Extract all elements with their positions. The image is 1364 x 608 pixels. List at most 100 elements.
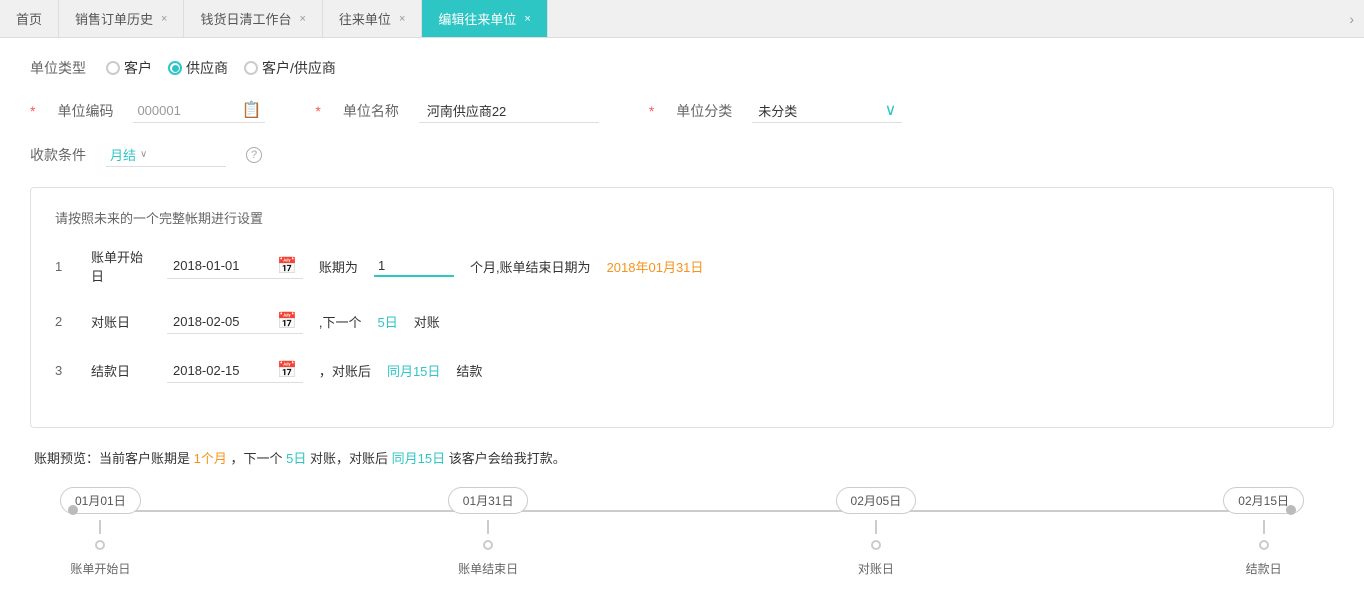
payment-date-calendar-icon[interactable]: 📅 xyxy=(277,360,297,380)
radio-customer[interactable]: 客户 xyxy=(106,58,152,78)
timeline-caption-1: 账单开始日 xyxy=(70,560,130,577)
preview-part2-pre: ，下一个 xyxy=(231,451,283,466)
row-num-3: 3 xyxy=(55,363,75,378)
unit-code-input[interactable] xyxy=(137,103,237,118)
payment-prefix: ，对账后 xyxy=(319,361,371,380)
radio-both-label: 客户/供应商 xyxy=(262,58,336,78)
data-row-2: 2 对账日 📅 ,下一个 5日 对账 xyxy=(55,309,1309,334)
tab-scroll-arrow[interactable]: › xyxy=(1339,0,1364,37)
timeline-stem-4 xyxy=(1263,520,1265,534)
start-date-input[interactable] xyxy=(173,258,273,273)
tab-edit-partner-label: 编辑往来单位 xyxy=(438,9,516,28)
timeline-wrapper: 01月01日 账单开始日 01月31日 账单结束日 02月05日 xyxy=(30,487,1334,577)
reconcile-date-calendar-icon[interactable]: 📅 xyxy=(277,311,297,331)
unit-details-row: * 单位编码 📋 * 单位名称 * 单位分类 未分类 ∨ xyxy=(30,98,1334,123)
tab-cash-work-close[interactable]: × xyxy=(299,13,305,25)
payment-date-input[interactable] xyxy=(173,363,273,378)
unit-code-field: 📋 xyxy=(133,98,265,123)
timeline-stem-1 xyxy=(99,520,101,534)
tab-edit-partner[interactable]: 编辑往来单位 × xyxy=(422,0,547,37)
radio-circle-supplier xyxy=(168,61,182,75)
payment-condition-label: 收款条件 xyxy=(30,145,86,165)
tab-sales-order[interactable]: 销售订单历史 × xyxy=(59,0,184,37)
code-required: * xyxy=(30,103,35,119)
preview-part3: 同月15日 xyxy=(392,451,445,466)
preview-prefix: 账期预览：当前客户账期是 xyxy=(34,451,190,466)
unit-category-select[interactable]: 未分类 ∨ xyxy=(752,98,902,123)
payment-suffix: 结款 xyxy=(456,361,482,380)
radio-supplier[interactable]: 供应商 xyxy=(168,58,228,78)
timeline-stem-3 xyxy=(875,520,877,534)
preview-suffix: 该客户会给我打款。 xyxy=(449,451,566,466)
timeline-items: 01月01日 账单开始日 01月31日 账单结束日 02月05日 xyxy=(50,487,1314,577)
timeline-left-cap xyxy=(68,505,78,515)
start-date-calendar-icon[interactable]: 📅 xyxy=(277,256,297,276)
tab-home[interactable]: 首页 xyxy=(0,0,59,37)
radio-circle-customer xyxy=(106,61,120,75)
unit-category-label: 单位分类 xyxy=(676,101,732,121)
tab-partner-label: 往来单位 xyxy=(339,9,391,28)
period-end-date: 2018年01月31日 xyxy=(607,257,704,276)
timeline-dot-2 xyxy=(483,540,493,550)
data-row-1: 1 账单开始日 📅 账期为 个月,账单结束日期为 2018年01月31日 xyxy=(55,247,1309,285)
row-type-1: 账单开始日 xyxy=(91,247,151,285)
radio-both[interactable]: 客户/供应商 xyxy=(244,58,336,78)
radio-group: 客户 供应商 客户/供应商 xyxy=(106,58,336,78)
unit-category-value: 未分类 xyxy=(758,101,797,120)
timeline-dot-4 xyxy=(1259,540,1269,550)
tab-cash-work[interactable]: 钱货日清工作台 × xyxy=(184,0,322,37)
unit-name-label: 单位名称 xyxy=(343,101,399,121)
tab-edit-partner-close[interactable]: × xyxy=(524,13,530,25)
main-content: 单位类型 客户 供应商 客户/供应商 * 单位编码 📋 * 单位名称 * xyxy=(0,38,1364,608)
preview-part1: 1个月 xyxy=(194,451,227,466)
timeline-dot-1 xyxy=(95,540,105,550)
reconcile-suffix: 对账 xyxy=(414,312,440,331)
timeline-dot-3 xyxy=(871,540,881,550)
reconcile-date-input[interactable] xyxy=(173,314,273,329)
period-label: 账期为 xyxy=(319,257,358,276)
payment-condition-select[interactable]: 月结 ∨ xyxy=(106,143,226,167)
unit-code-calendar-icon[interactable]: 📋 xyxy=(241,100,261,120)
preview-part2-post: 对账，对账后 xyxy=(310,451,388,466)
name-required: * xyxy=(315,103,320,119)
payment-date-field: 📅 xyxy=(167,358,303,383)
timeline-caption-3: 对账日 xyxy=(858,560,894,577)
row-num-1: 1 xyxy=(55,259,75,274)
payment-chevron-icon: ∨ xyxy=(140,149,147,160)
data-row-3: 3 结款日 📅 ，对账后 同月15日 结款 xyxy=(55,358,1309,383)
tab-sales-order-close[interactable]: × xyxy=(161,13,167,25)
timeline-left-dot xyxy=(68,505,78,515)
radio-customer-label: 客户 xyxy=(124,58,152,78)
section-title: 请按照未来的一个完整帐期进行设置 xyxy=(55,208,1309,227)
unit-type-row: 单位类型 客户 供应商 客户/供应商 xyxy=(30,58,1334,78)
preview-part2: 5日 xyxy=(286,451,306,466)
period-months-input[interactable] xyxy=(374,256,454,277)
preview-row: 账期预览：当前客户账期是 1个月 ，下一个 5日 对账，对账后 同月15日 该客… xyxy=(30,448,1334,467)
help-icon[interactable]: ? xyxy=(246,147,262,163)
unit-name-input[interactable] xyxy=(419,99,599,123)
reconcile-date-field: 📅 xyxy=(167,309,303,334)
category-chevron-icon: ∨ xyxy=(885,100,897,120)
tab-home-label: 首页 xyxy=(16,9,42,28)
tab-partner-close[interactable]: × xyxy=(399,13,405,25)
timeline-caption-4: 结款日 xyxy=(1246,560,1282,577)
timeline-point-1: 01月01日 账单开始日 xyxy=(60,487,141,577)
settings-section: 请按照未来的一个完整帐期进行设置 1 账单开始日 📅 账期为 个月,账单结束日期… xyxy=(30,187,1334,428)
reconcile-prefix: ,下一个 xyxy=(319,312,362,331)
row-type-2: 对账日 xyxy=(91,312,151,331)
unit-type-label: 单位类型 xyxy=(30,58,86,78)
timeline-right-cap xyxy=(1286,505,1296,515)
reconcile-highlight: 5日 xyxy=(378,312,398,331)
payment-condition-value: 月结 xyxy=(110,145,136,164)
payment-highlight: 同月15日 xyxy=(387,361,440,380)
timeline-point-3: 02月05日 对账日 xyxy=(836,487,917,577)
radio-circle-both xyxy=(244,61,258,75)
category-required: * xyxy=(649,103,654,119)
start-date-field: 📅 xyxy=(167,254,303,279)
timeline-point-2: 01月31日 账单结束日 xyxy=(448,487,529,577)
payment-condition-row: 收款条件 月结 ∨ ? xyxy=(30,143,1334,167)
timeline-stem-2 xyxy=(487,520,489,534)
timeline-right-dot xyxy=(1286,505,1296,515)
tab-partner[interactable]: 往来单位 × xyxy=(323,0,422,37)
radio-supplier-label: 供应商 xyxy=(186,58,228,78)
